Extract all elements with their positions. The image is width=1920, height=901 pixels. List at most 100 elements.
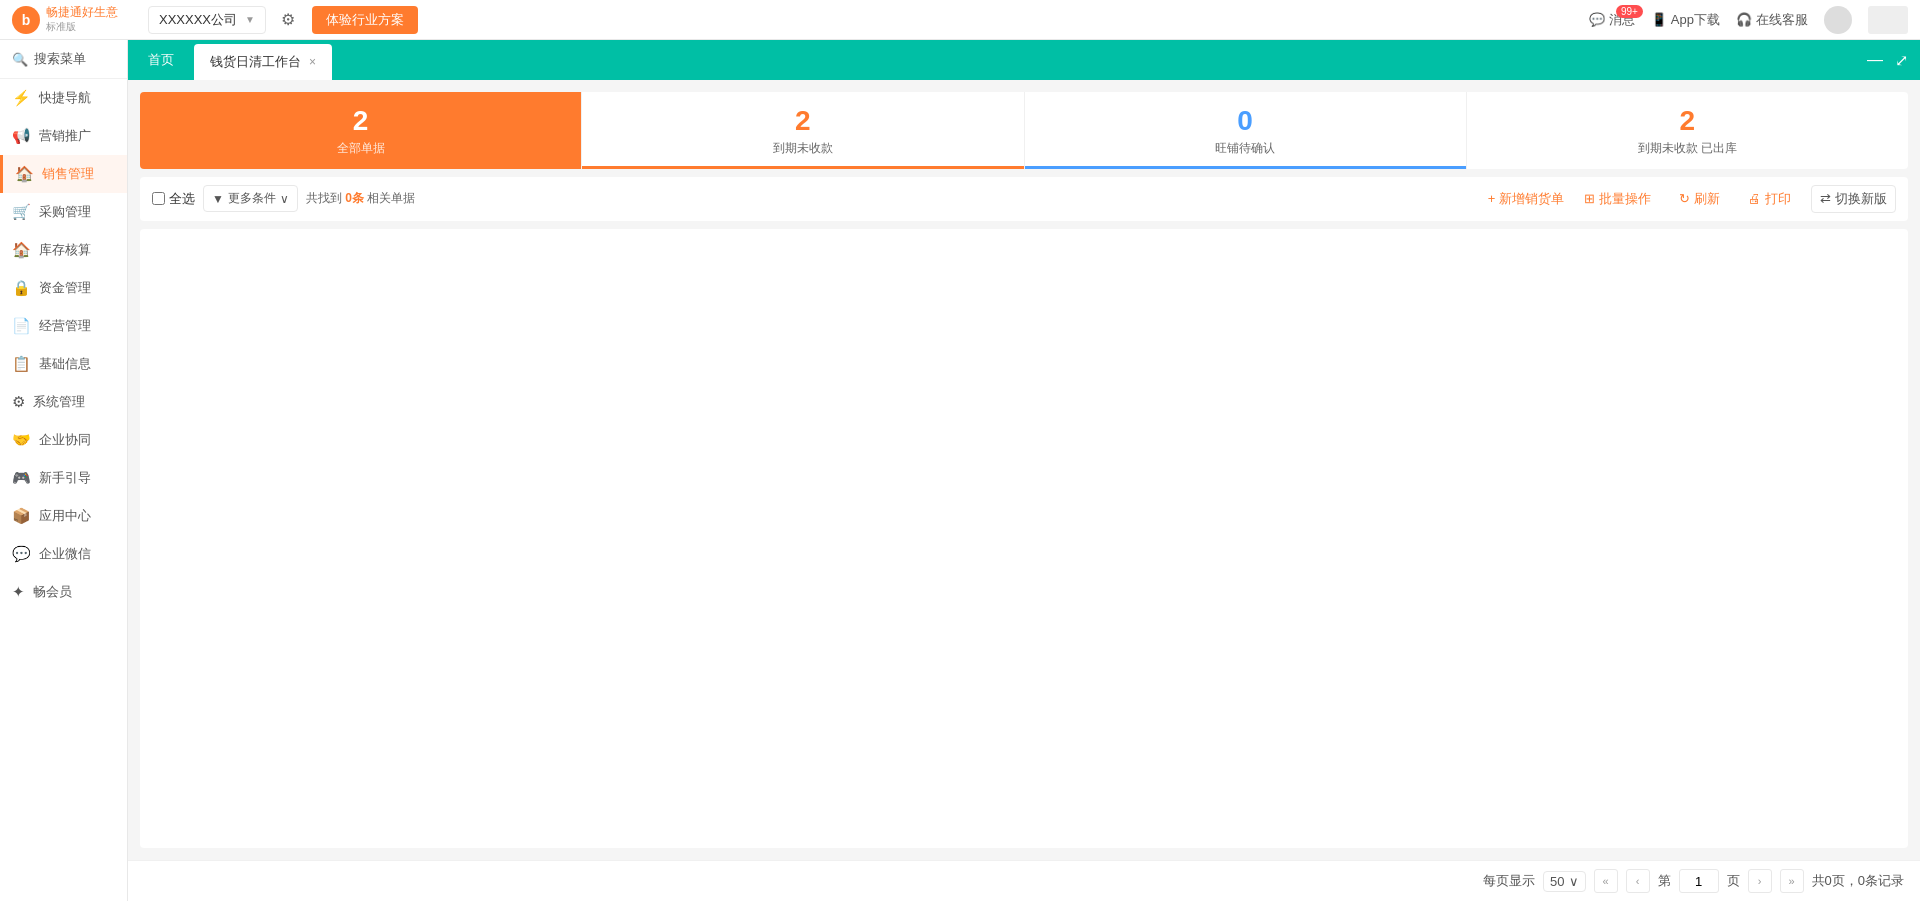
total-records: 共0页，0条记录 <box>1812 872 1904 890</box>
header-right: 💬 消息 99+ 📱 App下载 🎧 在线客服 <box>1589 6 1908 34</box>
operations-icon: 📄 <box>12 317 31 335</box>
sidebar-item-label: 基础信息 <box>39 355 91 373</box>
guide-icon: 🎮 <box>12 469 31 487</box>
overdue-underline <box>582 166 1023 169</box>
main-layout: 🔍 搜索菜单 ⚡ 快捷导航 📢 营销推广 🏠 销售管理 🛒 采购管理 🏠 库存核… <box>0 0 1920 901</box>
app-download-button[interactable]: 📱 App下载 <box>1651 11 1720 29</box>
company-selector[interactable]: XXXXXX公司 ▼ <box>148 6 266 34</box>
avatar[interactable] <box>1824 6 1852 34</box>
online-service-label: 在线客服 <box>1756 11 1808 29</box>
page-size-select[interactable]: 50 ∨ <box>1543 871 1585 892</box>
trial-button[interactable]: 体验行业方案 <box>312 6 418 34</box>
sidebar-item-label: 经营管理 <box>39 317 91 335</box>
sidebar-item-wechat[interactable]: 💬 企业微信 <box>0 535 127 573</box>
sidebar: 🔍 搜索菜单 ⚡ 快捷导航 📢 营销推广 🏠 销售管理 🛒 采购管理 🏠 库存核… <box>0 40 128 901</box>
purchase-icon: 🛒 <box>12 203 31 221</box>
quick-nav-icon: ⚡ <box>12 89 31 107</box>
finance-icon: 🔒 <box>12 279 31 297</box>
print-button[interactable]: 🖨 打印 <box>1740 186 1799 212</box>
page-content: 2 全部单据 2 到期未收款 0 旺铺待确认 2 到期未收款 已出库 <box>128 80 1920 860</box>
first-page-button[interactable]: « <box>1594 869 1618 893</box>
summary-label-all: 全部单据 <box>156 140 565 157</box>
sidebar-item-finance[interactable]: 🔒 资金管理 <box>0 269 127 307</box>
summary-label-pending: 旺铺待确认 <box>1041 140 1450 157</box>
add-sales-order-button[interactable]: + 新增销货单 <box>1488 190 1564 208</box>
select-all-label: 全选 <box>169 190 195 208</box>
refresh-label: 刷新 <box>1694 190 1720 208</box>
tab-home[interactable]: 首页 <box>128 40 194 80</box>
summary-card-all[interactable]: 2 全部单据 <box>140 92 582 169</box>
summary-card-overdue[interactable]: 2 到期未收款 <box>582 92 1024 169</box>
last-page-button[interactable]: » <box>1780 869 1804 893</box>
sidebar-item-sales[interactable]: 🏠 销售管理 <box>0 155 127 193</box>
sidebar-item-label: 畅会员 <box>33 583 72 601</box>
logo-icon: b <box>12 6 40 34</box>
prev-page-button[interactable]: ‹ <box>1626 869 1650 893</box>
sidebar-item-basic-info[interactable]: 📋 基础信息 <box>0 345 127 383</box>
page-number-input[interactable] <box>1679 869 1719 893</box>
sidebar-item-label: 库存核算 <box>39 241 91 259</box>
summary-card-pending[interactable]: 0 旺铺待确认 <box>1025 92 1467 169</box>
sidebar-item-guide[interactable]: 🎮 新手引导 <box>0 459 127 497</box>
batch-operations-button[interactable]: ⊞ 批量操作 <box>1576 186 1659 212</box>
tab-close-icon[interactable]: × <box>309 55 316 69</box>
sidebar-item-purchase[interactable]: 🛒 采购管理 <box>0 193 127 231</box>
found-count: 0条 <box>345 191 364 205</box>
chevron-down-icon: ▼ <box>245 14 255 25</box>
logo-sub: 标准版 <box>46 20 118 34</box>
sidebar-item-quick-nav[interactable]: ⚡ 快捷导航 <box>0 79 127 117</box>
select-all-checkbox[interactable]: 全选 <box>152 190 195 208</box>
top-header: b 畅捷通好生意 标准版 XXXXXX公司 ▼ ⚙ 体验行业方案 💬 消息 99… <box>0 0 1920 40</box>
sidebar-item-inventory[interactable]: 🏠 库存核算 <box>0 231 127 269</box>
sidebar-item-member[interactable]: ✦ 畅会员 <box>0 573 127 611</box>
sidebar-item-operations[interactable]: 📄 经营管理 <box>0 307 127 345</box>
logo-name: 畅捷通好生意 <box>46 5 118 21</box>
message-button[interactable]: 💬 消息 99+ <box>1589 11 1635 29</box>
online-service-button[interactable]: 🎧 在线客服 <box>1736 11 1808 29</box>
more-filters-button[interactable]: ▼ 更多条件 ∨ <box>203 185 298 212</box>
sidebar-item-apps[interactable]: 📦 应用中心 <box>0 497 127 535</box>
pending-underline <box>1025 166 1466 169</box>
select-all-input[interactable] <box>152 192 165 205</box>
sidebar-item-label: 系统管理 <box>33 393 85 411</box>
logo-area: b 畅捷通好生意 标准版 <box>12 5 140 35</box>
sales-icon: 🏠 <box>15 165 34 183</box>
print-label: 打印 <box>1765 190 1791 208</box>
sidebar-item-system[interactable]: ⚙ 系统管理 <box>0 383 127 421</box>
content-area: 首页 钱货日清工作台 × — ⤢ 2 全部单据 2 到期未收款 <box>128 40 1920 901</box>
sidebar-item-label: 资金管理 <box>39 279 91 297</box>
sidebar-item-label: 销售管理 <box>42 165 94 183</box>
tab-minimize-button[interactable]: — <box>1863 47 1887 73</box>
chevron-down-icon: ∨ <box>280 192 289 206</box>
switch-version-button[interactable]: ⇄ 切换新版 <box>1811 185 1896 213</box>
refresh-button[interactable]: ↻ 刷新 <box>1671 186 1728 212</box>
company-name: XXXXXX公司 <box>159 11 237 29</box>
switch-icon: ⇄ <box>1820 191 1831 206</box>
sidebar-item-label: 企业微信 <box>39 545 91 563</box>
sidebar-item-marketing[interactable]: 📢 营销推广 <box>0 117 127 155</box>
sidebar-item-cooperation[interactable]: 🤝 企业协同 <box>0 421 127 459</box>
search-icon: 🔍 <box>12 52 28 67</box>
toolbar: 全选 ▼ 更多条件 ∨ 共找到 0条 相关单据 + 新增销货单 <box>140 177 1908 221</box>
user-info <box>1868 6 1908 34</box>
pagination-bar: 每页显示 50 ∨ « ‹ 第 页 › » 共0页，0条记录 <box>128 860 1920 901</box>
tab-active[interactable]: 钱货日清工作台 × <box>194 44 332 80</box>
member-icon: ✦ <box>12 583 25 601</box>
summary-card-out[interactable]: 2 到期未收款 已出库 <box>1467 92 1908 169</box>
sidebar-item-label: 营销推广 <box>39 127 91 145</box>
refresh-icon: ↻ <box>1679 191 1690 206</box>
service-icon: 🎧 <box>1736 12 1752 27</box>
tab-maximize-button[interactable]: ⤢ <box>1891 47 1912 74</box>
summary-label-overdue: 到期未收款 <box>598 140 1007 157</box>
next-page-button[interactable]: › <box>1748 869 1772 893</box>
found-suffix: 相关单据 <box>367 191 415 205</box>
summary-count-all: 2 <box>156 104 565 138</box>
tab-bar: 首页 钱货日清工作台 × — ⤢ <box>128 40 1920 80</box>
summary-cards: 2 全部单据 2 到期未收款 0 旺铺待确认 2 到期未收款 已出库 <box>140 92 1908 169</box>
found-prefix: 共找到 <box>306 191 342 205</box>
settings-icon[interactable]: ⚙ <box>274 6 302 34</box>
sidebar-search[interactable]: 🔍 搜索菜单 <box>0 40 127 79</box>
cooperation-icon: 🤝 <box>12 431 31 449</box>
page-label: 第 <box>1658 872 1671 890</box>
app-download-label: App下载 <box>1671 11 1720 29</box>
